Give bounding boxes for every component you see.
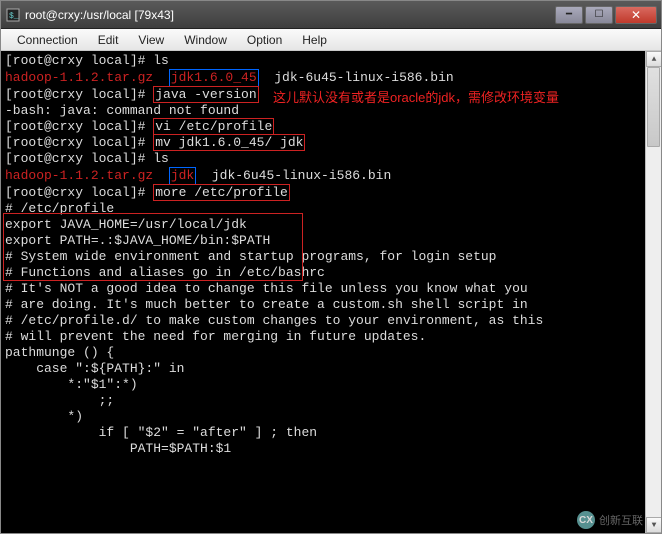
- prompt: [root@crxy local]#: [5, 151, 153, 166]
- window-title: root@crxy:/usr/local [79x43]: [25, 8, 555, 22]
- ls2-output-bin: jdk-6u45-linux-i586.bin: [196, 168, 391, 183]
- maximize-button[interactable]: ☐: [585, 6, 613, 24]
- ls-output-tar: hadoop-1.1.2.tar.gz: [5, 70, 169, 85]
- menu-view[interactable]: View: [128, 31, 174, 49]
- export-path: export PATH=.:$JAVA_HOME/bin:$PATH: [5, 233, 657, 249]
- prompt: [root@crxy local]#: [5, 119, 153, 134]
- app-icon: $_: [5, 7, 21, 23]
- menu-connection[interactable]: Connection: [7, 31, 88, 49]
- scroll-up-button[interactable]: ▲: [646, 51, 661, 67]
- watermark-text: 创新互联: [599, 512, 643, 528]
- command-ls2: ls: [153, 151, 169, 166]
- command-mv: mv jdk1.6.0_45/ jdk: [153, 134, 305, 151]
- case-default: *): [5, 409, 657, 425]
- scrollbar[interactable]: ▲ ▼: [645, 51, 661, 533]
- titlebar[interactable]: $_ root@crxy:/usr/local [79x43] ━ ☐ ✕: [1, 1, 661, 29]
- case-line: case ":${PATH}:" in: [5, 361, 657, 377]
- comment-aredoing: # are doing. It's much better to create …: [5, 297, 657, 313]
- comment-systemwide: # System wide environment and startup pr…: [5, 249, 657, 265]
- ls-output-bin: jdk-6u45-linux-i586.bin: [259, 70, 454, 85]
- ls2-output-tar: hadoop-1.1.2.tar.gz: [5, 168, 169, 183]
- comment-notgood: # It's NOT a good idea to change this fi…: [5, 281, 657, 297]
- comment-functions: # Functions and aliases go in /etc/bashr…: [5, 265, 657, 281]
- annotation-text: 这儿默认没有或者是oracle的jdk，需修改环境变量: [273, 87, 559, 106]
- export-javahome: export JAVA_HOME=/usr/local/jdk: [5, 217, 657, 233]
- menu-option[interactable]: Option: [237, 31, 292, 49]
- watermark-logo: CX: [577, 511, 595, 529]
- command-vi: vi /etc/profile: [153, 118, 274, 135]
- case-skip: ;;: [5, 393, 657, 409]
- terminal-area[interactable]: [root@crxy local]# ls hadoop-1.1.2.tar.g…: [1, 51, 661, 533]
- close-button[interactable]: ✕: [615, 6, 657, 24]
- case-pattern1: *:"$1":*): [5, 377, 657, 393]
- menu-window[interactable]: Window: [174, 31, 237, 49]
- window-controls: ━ ☐ ✕: [555, 6, 657, 24]
- prompt: [root@crxy local]#: [5, 87, 153, 102]
- ls-output-jdkdir: jdk1.6.0_45: [169, 69, 259, 87]
- if-after: if [ "$2" = "after" ] ; then: [5, 425, 657, 441]
- pathmunge-open: pathmunge () {: [5, 345, 657, 361]
- menu-edit[interactable]: Edit: [88, 31, 129, 49]
- menu-help[interactable]: Help: [292, 31, 337, 49]
- command-java-version: java -version: [153, 86, 258, 103]
- minimize-button[interactable]: ━: [555, 6, 583, 24]
- window: $_ root@crxy:/usr/local [79x43] ━ ☐ ✕ Co…: [0, 0, 662, 534]
- prompt: [root@crxy local]#: [5, 185, 153, 200]
- watermark: CX 创新互联: [577, 511, 643, 529]
- command-ls: ls: [153, 53, 169, 68]
- comment-profiled: # /etc/profile.d/ to make custom changes…: [5, 313, 657, 329]
- scroll-thumb[interactable]: [647, 67, 660, 147]
- path-append: PATH=$PATH:$1: [5, 441, 657, 457]
- ls2-output-jdk: jdk: [169, 167, 196, 185]
- command-more: more /etc/profile: [153, 184, 290, 201]
- menubar: Connection Edit View Window Option Help: [1, 29, 661, 51]
- prompt: [root@crxy local]#: [5, 135, 153, 150]
- svg-text:$_: $_: [9, 12, 19, 21]
- comment-prevent: # will prevent the need for merging in f…: [5, 329, 657, 345]
- prompt: [root@crxy local]#: [5, 53, 153, 68]
- scroll-down-button[interactable]: ▼: [646, 517, 661, 533]
- profile-header: # /etc/profile: [5, 201, 657, 217]
